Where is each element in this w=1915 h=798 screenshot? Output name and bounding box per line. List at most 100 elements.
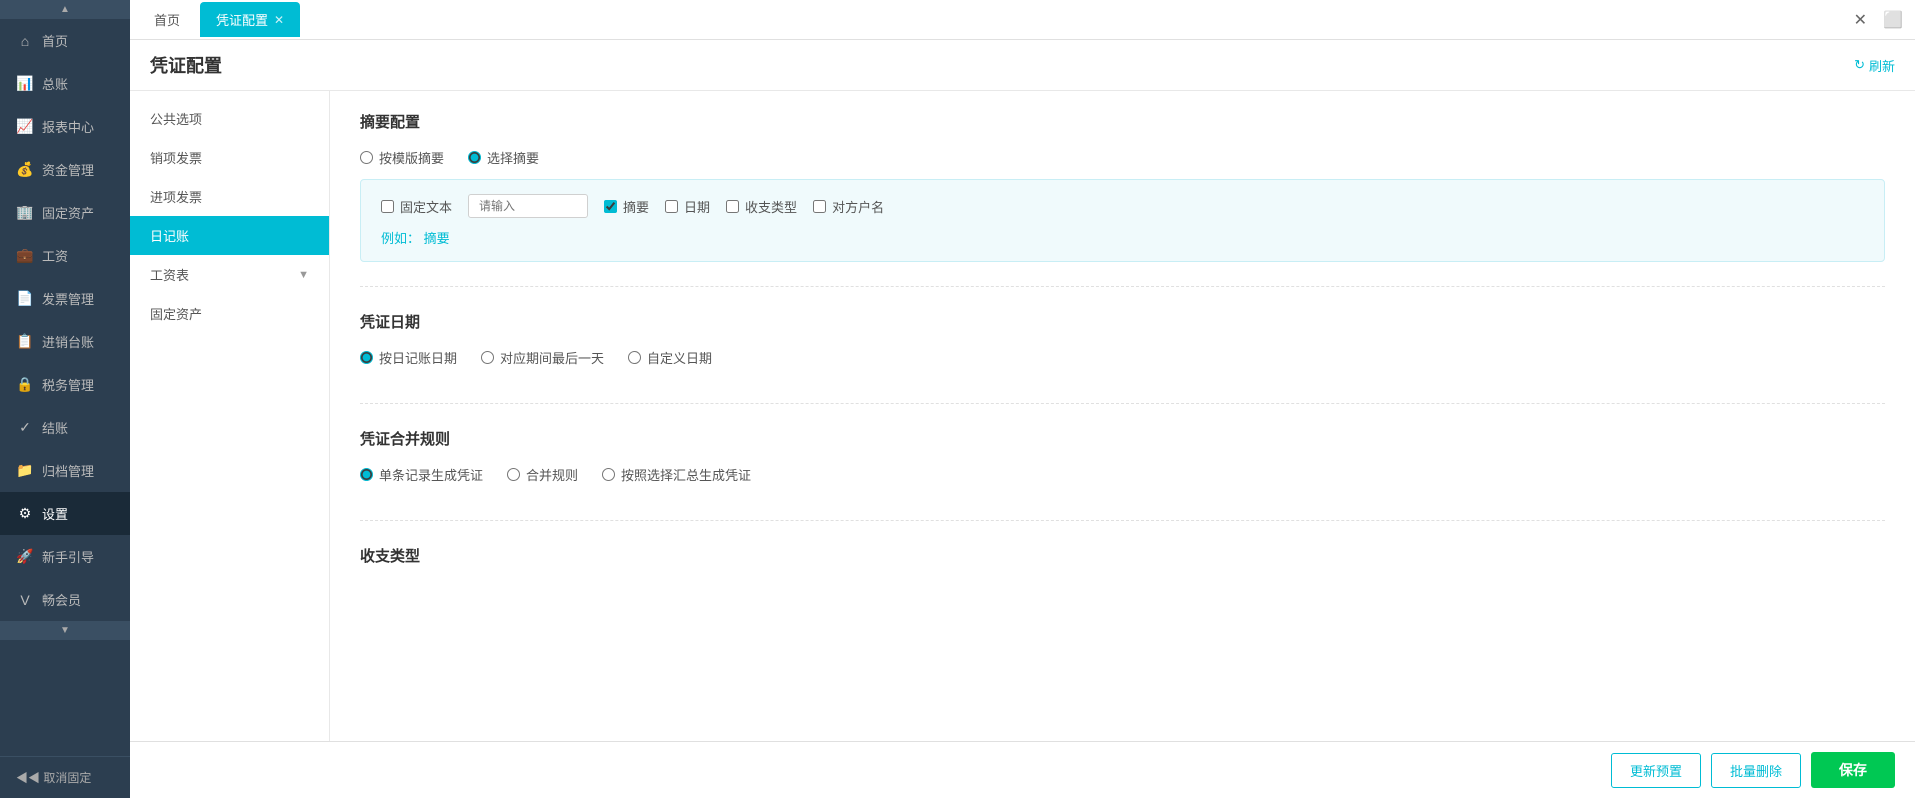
sidebar-item-ledger[interactable]: 📊 总账 bbox=[0, 62, 130, 105]
sidebar-item-guide[interactable]: 🚀 新手引导 bbox=[0, 535, 130, 578]
tax-icon: 🔒 bbox=[16, 376, 34, 393]
sidebar-footer-label: 取消固定 bbox=[43, 771, 91, 785]
update-preview-button[interactable]: 更新预置 bbox=[1611, 753, 1701, 788]
radio-single-label[interactable]: 单条记录生成凭证 bbox=[360, 465, 483, 484]
sidebar-item-archive[interactable]: 📁 归档管理 bbox=[0, 449, 130, 492]
ledger-icon: 📊 bbox=[16, 75, 34, 92]
summary-title: 摘要配置 bbox=[360, 111, 1885, 132]
sidebar-label-invoice: 发票管理 bbox=[42, 289, 94, 308]
sidebar-item-funds[interactable]: 💰 资金管理 bbox=[0, 148, 130, 191]
sidebar-label-vip: 畅会员 bbox=[42, 590, 81, 609]
window-close-button[interactable]: ✕ bbox=[1850, 6, 1871, 34]
sidebar-scroll-down[interactable]: ▼ bbox=[0, 621, 130, 640]
radio-select-label[interactable]: 选择摘要 bbox=[468, 148, 539, 167]
radio-template-label[interactable]: 按模版摘要 bbox=[360, 148, 444, 167]
radio-journal-date-text: 按日记账日期 bbox=[379, 348, 457, 367]
radio-merge-rule-text: 合并规则 bbox=[526, 465, 578, 484]
nav-label-fixed-assets-nav: 固定资产 bbox=[150, 304, 202, 323]
checkbox-summary-text: 摘要 bbox=[623, 197, 649, 216]
sidebar-item-home[interactable]: ⌂ 首页 bbox=[0, 19, 130, 62]
checkbox-date[interactable] bbox=[665, 200, 678, 213]
sidebar-label-payroll: 工资 bbox=[42, 246, 68, 265]
nav-item-purchase-invoice[interactable]: 进项发票 bbox=[130, 177, 329, 216]
radio-custom-date-label[interactable]: 自定义日期 bbox=[628, 348, 712, 367]
sidebar-item-vip[interactable]: V 畅会员 bbox=[0, 578, 130, 621]
radio-single-text: 单条记录生成凭证 bbox=[379, 465, 483, 484]
sidebar-item-reports[interactable]: 📈 报表中心 bbox=[0, 105, 130, 148]
fixed-text-input[interactable] bbox=[468, 194, 588, 218]
income-type-section: 收支类型 bbox=[360, 545, 1885, 606]
settings-icon: ⚙ bbox=[16, 505, 34, 522]
payroll-icon: 💼 bbox=[16, 247, 34, 264]
sidebar: ▲ ⌂ 首页 📊 总账 📈 报表中心 💰 资金管理 🏢 固定资产 💼 工资 📄 … bbox=[0, 0, 130, 798]
right-content: 摘要配置 按模版摘要 选择摘要 bbox=[330, 91, 1915, 741]
batch-delete-button[interactable]: 批量删除 bbox=[1711, 753, 1801, 788]
radio-template[interactable] bbox=[360, 151, 373, 164]
sidebar-item-settings[interactable]: ⚙ 设置 bbox=[0, 492, 130, 535]
radio-journal-date[interactable] bbox=[360, 351, 373, 364]
radio-select-merge-text: 按照选择汇总生成凭证 bbox=[621, 465, 751, 484]
nav-label-public: 公共选项 bbox=[150, 109, 202, 128]
radio-merge-rule[interactable] bbox=[507, 468, 520, 481]
sidebar-item-fixed-assets[interactable]: 🏢 固定资产 bbox=[0, 191, 130, 234]
sidebar-item-purchase-sales[interactable]: 📋 进销台账 bbox=[0, 320, 130, 363]
checkbox-counterpart-label[interactable]: 对方户名 bbox=[813, 197, 884, 216]
checkbox-income-type[interactable] bbox=[726, 200, 739, 213]
example-label: 例如： bbox=[381, 231, 420, 246]
guide-icon: 🚀 bbox=[16, 548, 34, 565]
radio-select-merge[interactable] bbox=[602, 468, 615, 481]
radio-select[interactable] bbox=[468, 151, 481, 164]
tab-voucher-config[interactable]: 凭证配置 ✕ bbox=[200, 2, 300, 37]
page-header: 凭证配置 ↻ 刷新 bbox=[130, 40, 1915, 91]
settlement-icon: ✓ bbox=[16, 419, 34, 436]
main-area: 首页 凭证配置 ✕ ✕ ⬜ 凭证配置 ↻ 刷新 公共选项 bbox=[130, 0, 1915, 798]
sidebar-item-payroll[interactable]: 💼 工资 bbox=[0, 234, 130, 277]
sidebar-label-settings: 设置 bbox=[42, 504, 68, 523]
sidebar-scroll-up[interactable]: ▲ bbox=[0, 0, 130, 19]
page-title: 凭证配置 bbox=[150, 52, 222, 78]
checkbox-fixed-text[interactable] bbox=[381, 200, 394, 213]
archive-icon: 📁 bbox=[16, 462, 34, 479]
radio-single[interactable] bbox=[360, 468, 373, 481]
save-button[interactable]: 保存 bbox=[1811, 752, 1895, 788]
radio-period-last[interactable] bbox=[481, 351, 494, 364]
nav-item-journal[interactable]: 日记账 bbox=[130, 216, 329, 255]
sidebar-item-invoice[interactable]: 📄 发票管理 bbox=[0, 277, 130, 320]
refresh-button[interactable]: ↻ 刷新 bbox=[1854, 56, 1895, 75]
sidebar-unpin-button[interactable]: ◀◀ 取消固定 bbox=[0, 756, 130, 798]
nav-item-payroll-table[interactable]: 工资表 ▼ bbox=[130, 255, 329, 294]
checkbox-counterpart[interactable] bbox=[813, 200, 826, 213]
sidebar-label-settlement: 结账 bbox=[42, 418, 68, 437]
sidebar-label-ledger: 总账 bbox=[42, 74, 68, 93]
radio-select-merge-label[interactable]: 按照选择汇总生成凭证 bbox=[602, 465, 751, 484]
reports-icon: 📈 bbox=[16, 118, 34, 135]
tab-close-icon[interactable]: ✕ bbox=[274, 13, 284, 27]
radio-custom-date[interactable] bbox=[628, 351, 641, 364]
nav-item-sales-invoice[interactable]: 销项发票 bbox=[130, 138, 329, 177]
tab-home[interactable]: 首页 bbox=[138, 2, 196, 37]
nav-item-public[interactable]: 公共选项 bbox=[130, 99, 329, 138]
checkbox-income-type-label[interactable]: 收支类型 bbox=[726, 197, 797, 216]
checkbox-date-text: 日期 bbox=[684, 197, 710, 216]
sidebar-label-home: 首页 bbox=[42, 31, 68, 50]
radio-journal-date-label[interactable]: 按日记账日期 bbox=[360, 348, 457, 367]
fixed-assets-icon: 🏢 bbox=[16, 204, 34, 221]
invoice-icon: 📄 bbox=[16, 290, 34, 307]
checkbox-fixed-text-text: 固定文本 bbox=[400, 197, 452, 216]
nav-item-fixed-assets-nav[interactable]: 固定资产 bbox=[130, 294, 329, 333]
checkbox-summary[interactable] bbox=[604, 200, 617, 213]
summary-checkboxes-row: 固定文本 摘要 日期 bbox=[381, 194, 1864, 218]
radio-period-last-label[interactable]: 对应期间最后一天 bbox=[481, 348, 604, 367]
sidebar-item-tax[interactable]: 🔒 税务管理 bbox=[0, 363, 130, 406]
checkbox-date-label[interactable]: 日期 bbox=[665, 197, 710, 216]
tab-home-label: 首页 bbox=[154, 10, 180, 29]
checkbox-fixed-text-label[interactable]: 固定文本 bbox=[381, 197, 452, 216]
sidebar-label-funds: 资金管理 bbox=[42, 160, 94, 179]
window-restore-button[interactable]: ⬜ bbox=[1879, 6, 1907, 34]
date-radio-group: 按日记账日期 对应期间最后一天 自定义日期 bbox=[360, 348, 1885, 367]
radio-merge-rule-label[interactable]: 合并规则 bbox=[507, 465, 578, 484]
nav-label-payroll-table: 工资表 bbox=[150, 265, 189, 284]
income-type-title: 收支类型 bbox=[360, 545, 1885, 566]
sidebar-item-settlement[interactable]: ✓ 结账 bbox=[0, 406, 130, 449]
checkbox-summary-label[interactable]: 摘要 bbox=[604, 197, 649, 216]
